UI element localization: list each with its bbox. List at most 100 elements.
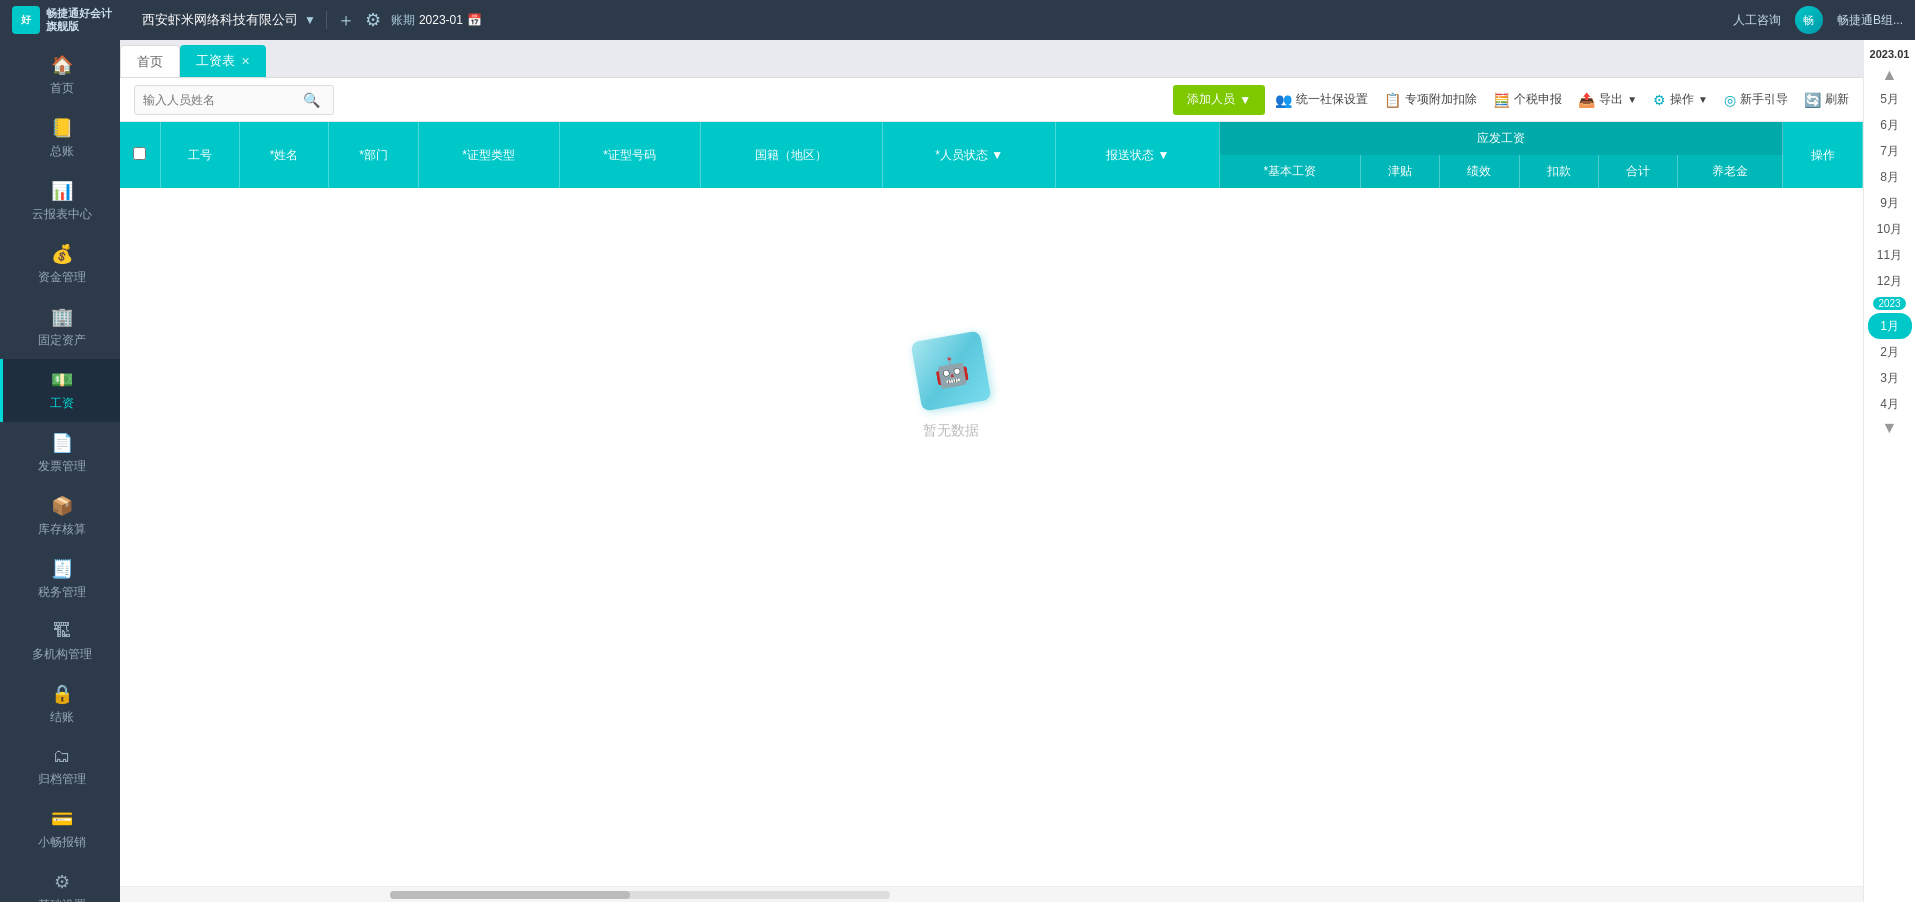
add-person-button[interactable]: 添加人员 ▼ xyxy=(1173,85,1265,115)
add-dropdown-icon: ▼ xyxy=(1239,93,1251,107)
month-nav-down[interactable]: ▼ xyxy=(1879,417,1901,439)
ledger-icon: 📒 xyxy=(51,117,73,139)
tab-close-icon[interactable]: ✕ xyxy=(241,55,250,68)
calendar-icon[interactable]: 📅 xyxy=(467,13,482,27)
month-item-5[interactable]: 5月 xyxy=(1868,86,1912,112)
sidebar-label-multi: 多机构管理 xyxy=(32,646,92,663)
table-header-row1: 工号 *姓名 *部门 *证型类型 *证型号码 国籍（地区） *人员状态 ▼ 报送… xyxy=(120,122,1863,155)
sidebar-item-ledger[interactable]: 📒 总账 xyxy=(0,107,120,170)
scroll-thumb[interactable] xyxy=(390,891,630,899)
th-performance: 绩效 xyxy=(1440,155,1519,188)
app-logo-text: 畅捷通好会计 旗舰版 xyxy=(46,7,112,33)
search-wrap: 🔍 xyxy=(134,85,334,115)
scroll-bar[interactable] xyxy=(120,886,1863,902)
export-btn[interactable]: 📤 导出 ▼ xyxy=(1578,91,1637,108)
sidebar-label-close: 结账 xyxy=(50,709,74,726)
sidebar-item-multi[interactable]: 🏗 多机构管理 xyxy=(0,611,120,673)
close-period-icon: 🔒 xyxy=(51,683,73,705)
avatar: 畅 xyxy=(1795,6,1823,34)
extra-deduct-btn[interactable]: 📋 专项附加扣除 xyxy=(1384,91,1477,108)
personal-tax-icon: 🧮 xyxy=(1493,92,1510,108)
tab-home-label: 首页 xyxy=(137,53,163,71)
select-all-checkbox[interactable] xyxy=(133,147,146,160)
help-label[interactable]: 人工咨询 xyxy=(1733,12,1781,29)
export-icon: 📤 xyxy=(1578,92,1595,108)
th-checkbox[interactable] xyxy=(120,122,160,188)
refresh-btn[interactable]: 🔄 刷新 xyxy=(1804,91,1849,108)
company-dropdown-icon[interactable]: ▼ xyxy=(304,13,316,27)
search-input[interactable] xyxy=(143,93,303,107)
sidebar-item-close[interactable]: 🔒 结账 xyxy=(0,673,120,736)
sidebar: 🏠 首页 📒 总账 📊 云报表中心 💰 资金管理 🏢 固定资产 💵 工资 📄 发… xyxy=(0,40,120,902)
app-logo-icon: 好 xyxy=(12,6,40,34)
sidebar-item-fund[interactable]: 💰 资金管理 xyxy=(0,233,120,296)
sidebar-item-home[interactable]: 🏠 首页 xyxy=(0,44,120,107)
settings-sidebar-icon: ⚙ xyxy=(54,871,70,893)
tab-home[interactable]: 首页 xyxy=(120,45,180,77)
salary-table: 工号 *姓名 *部门 *证型类型 *证型号码 国籍（地区） *人员状态 ▼ 报送… xyxy=(120,122,1863,588)
month-item-4[interactable]: 4月 xyxy=(1868,391,1912,417)
month-item-3[interactable]: 3月 xyxy=(1868,365,1912,391)
sidebar-item-salary[interactable]: 💵 工资 xyxy=(0,359,120,422)
add-company-button[interactable]: ＋ xyxy=(337,8,355,32)
month-item-6[interactable]: 6月 xyxy=(1868,112,1912,138)
sidebar-label-inventory: 库存核算 xyxy=(38,521,86,538)
social-security-icon: 👥 xyxy=(1275,92,1292,108)
month-item-7[interactable]: 7月 xyxy=(1868,138,1912,164)
expense-icon: 💳 xyxy=(51,808,73,830)
tab-salary[interactable]: 工资表 ✕ xyxy=(180,45,266,77)
guide-btn[interactable]: ◎ 新手引导 xyxy=(1724,91,1788,108)
sidebar-label-settings: 基础设置 xyxy=(38,897,86,902)
asset-icon: 🏢 xyxy=(51,306,73,328)
top-header: 好 畅捷通好会计 旗舰版 西安虾米网络科技有限公司 ▼ ＋ ⚙ 账期 2023-… xyxy=(0,0,1915,40)
export-dropdown-icon: ▼ xyxy=(1627,94,1637,105)
month-item-2[interactable]: 2月 xyxy=(1868,339,1912,365)
month-item-1[interactable]: 1月 xyxy=(1868,313,1912,339)
home-icon: 🏠 xyxy=(51,54,73,76)
empty-text: 暂无数据 xyxy=(923,422,979,440)
personal-tax-btn[interactable]: 🧮 个税申报 xyxy=(1493,91,1562,108)
sidebar-item-expense[interactable]: 💳 小畅报销 xyxy=(0,798,120,861)
social-security-btn[interactable]: 👥 统一社保设置 xyxy=(1275,91,1368,108)
report-icon: 📊 xyxy=(51,180,73,202)
operations-btn[interactable]: ⚙ 操作 ▼ xyxy=(1653,91,1708,108)
sidebar-item-archive[interactable]: 🗂 归档管理 xyxy=(0,736,120,798)
sidebar-label-tax: 税务管理 xyxy=(38,584,86,601)
sidebar-item-report[interactable]: 📊 云报表中心 xyxy=(0,170,120,233)
company-selector[interactable]: 西安虾米网络科技有限公司 ▼ xyxy=(132,11,327,29)
sidebar-item-asset[interactable]: 🏢 固定资产 xyxy=(0,296,120,359)
th-report-status: 报送状态 ▼ xyxy=(1056,122,1220,188)
month-item-11[interactable]: 11月 xyxy=(1868,242,1912,268)
scroll-track[interactable] xyxy=(390,891,890,899)
guide-toolbar-icon: ◎ xyxy=(1724,92,1736,108)
month-nav-up[interactable]: ▲ xyxy=(1879,64,1901,86)
month-item-12[interactable]: 12月 xyxy=(1868,268,1912,294)
multi-icon: 🏗 xyxy=(53,621,71,642)
sidebar-label-ledger: 总账 xyxy=(50,143,74,160)
sidebar-label-fund: 资金管理 xyxy=(38,269,86,286)
sidebar-item-settings[interactable]: ⚙ 基础设置 xyxy=(0,861,120,902)
month-item-8[interactable]: 8月 xyxy=(1868,164,1912,190)
operations-icon: ⚙ xyxy=(1653,92,1666,108)
th-person-status: *人员状态 ▼ xyxy=(882,122,1056,188)
tab-bar: 首页 工资表 ✕ xyxy=(120,40,1863,78)
month-item-10[interactable]: 10月 xyxy=(1868,216,1912,242)
header-actions: ＋ ⚙ 账期 2023-01 📅 xyxy=(327,8,492,32)
empty-icon: 🤖 xyxy=(911,330,992,411)
sidebar-item-inventory[interactable]: 📦 库存核算 xyxy=(0,485,120,548)
month-item-9[interactable]: 9月 xyxy=(1868,190,1912,216)
sidebar-label-invoice: 发票管理 xyxy=(38,458,86,475)
content-area: 首页 工资表 ✕ 🔍 添加人员 ▼ 👥 统一社保设置 xyxy=(120,40,1863,902)
tab-salary-label: 工资表 xyxy=(196,52,235,70)
search-icon: 🔍 xyxy=(303,92,320,108)
sidebar-item-invoice[interactable]: 📄 发票管理 xyxy=(0,422,120,485)
sidebar-label-salary: 工资 xyxy=(50,395,74,412)
settings-icon[interactable]: ⚙ xyxy=(365,9,381,31)
period-label: 账期 2023-01 📅 xyxy=(391,12,482,29)
sidebar-item-tax[interactable]: 🧾 税务管理 xyxy=(0,548,120,611)
th-id-type: *证型类型 xyxy=(418,122,559,188)
th-deduction: 扣款 xyxy=(1519,155,1598,188)
salary-icon: 💵 xyxy=(51,369,73,391)
sidebar-label-report: 云报表中心 xyxy=(32,206,92,223)
table-wrap: 工号 *姓名 *部门 *证型类型 *证型号码 国籍（地区） *人员状态 ▼ 报送… xyxy=(120,122,1863,886)
